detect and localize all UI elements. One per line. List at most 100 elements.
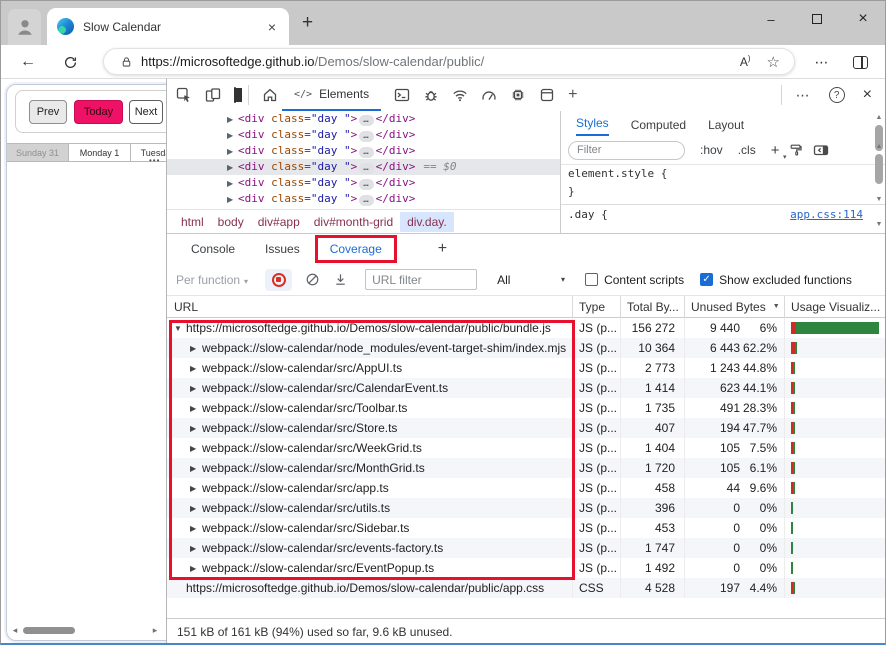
tab-close-icon[interactable]: × (265, 19, 279, 35)
minimize-button[interactable]: – (748, 0, 794, 38)
calendar-nav-button[interactable]: Next (129, 100, 163, 124)
coverage-row[interactable]: ▶ webpack://slow-calendar/src/utils.ts JS… (167, 498, 886, 518)
column-header-url[interactable]: URL (167, 296, 572, 318)
application-panel-icon[interactable] (539, 87, 555, 103)
row-expand-icon[interactable]: ▶ (190, 464, 202, 473)
coverage-row[interactable]: ▶ webpack://slow-calendar/node_modules/ev… (167, 338, 886, 358)
coverage-mode-dropdown[interactable]: Per function ▾ (176, 273, 248, 287)
drawer-tab[interactable]: Console (191, 242, 235, 256)
coverage-row[interactable]: https://microsoftedge.github.io/Demos/sl… (167, 578, 886, 598)
coverage-row[interactable]: ▶ webpack://slow-calendar/src/AppUI.ts JS… (167, 358, 886, 378)
inline-expand-icon[interactable]: … (359, 115, 374, 126)
show-excluded-checkbox[interactable]: ✓ (700, 273, 714, 286)
coverage-row[interactable]: ▶ webpack://slow-calendar/src/app.ts JS (… (167, 478, 886, 498)
coverage-row[interactable]: ▶ webpack://slow-calendar/src/Sidebar.ts … (167, 518, 886, 538)
clear-icon[interactable] (305, 272, 320, 287)
breadcrumb-item[interactable]: html (174, 212, 211, 232)
scroll-down-icon[interactable]: ▼ (876, 220, 883, 230)
home-icon[interactable] (262, 87, 278, 103)
scrollbar-thumb[interactable] (875, 154, 883, 184)
coverage-row[interactable]: ▶ webpack://slow-calendar/src/MonthGrid.t… (167, 458, 886, 478)
row-expand-icon[interactable]: ▶ (190, 424, 202, 433)
profile-button[interactable] (8, 9, 41, 45)
browser-menu-icon[interactable]: ⋯ (810, 50, 834, 74)
elements-tree-row[interactable]: ▶<div class="day ">…</div>== $0 (167, 191, 560, 207)
row-expand-icon[interactable]: ▶ (190, 504, 202, 513)
twisty-icon[interactable]: ▶ (227, 144, 238, 160)
new-tab-button[interactable]: + (302, 12, 313, 34)
row-expand-icon[interactable]: ▶ (190, 404, 202, 413)
brush-icon[interactable] (789, 143, 803, 157)
scroll-left-icon[interactable]: ◂ (9, 625, 21, 636)
focus-mode-icon[interactable] (234, 87, 236, 103)
inline-expand-icon[interactable]: … (359, 195, 374, 206)
inline-expand-icon[interactable]: … (359, 147, 374, 158)
row-expand-icon[interactable]: ▶ (190, 564, 202, 573)
breadcrumb-item[interactable]: div.day. (400, 211, 454, 232)
refresh-button[interactable] (58, 50, 82, 74)
styles-scrollbar[interactable]: ▲ ▼ (873, 142, 885, 230)
twisty-icon[interactable]: ▶ (227, 112, 238, 128)
browser-tab[interactable]: Slow Calendar × (47, 8, 289, 45)
styles-filter-input[interactable] (568, 140, 685, 160)
read-aloud-icon[interactable]: A) (740, 54, 751, 69)
url-bar[interactable]: https://microsoftedge.github.io/Demos/sl… (103, 48, 795, 75)
console-panel-icon[interactable] (394, 87, 410, 103)
memory-chip-icon[interactable] (510, 87, 526, 103)
row-expand-icon[interactable]: ▶ (190, 444, 202, 453)
row-expand-icon[interactable]: ▼ (174, 324, 186, 333)
more-tools-plus-icon[interactable]: + (568, 86, 577, 104)
tab-elements[interactable]: </> Elements (282, 79, 382, 111)
more-actions-icon[interactable]: ••• (149, 156, 160, 165)
help-icon[interactable]: ? (828, 87, 845, 103)
column-header-total-bytes[interactable]: Total By... (620, 295, 684, 318)
styles-tab[interactable]: Styles (576, 116, 609, 136)
column-header-usage[interactable]: Usage Visualiz... (784, 295, 886, 318)
split-screen-icon[interactable] (848, 50, 872, 74)
maximize-button[interactable] (794, 0, 840, 38)
type-filter-dropdown[interactable]: All ▾ (497, 273, 565, 287)
toggle-element-classes[interactable]: .cls (738, 143, 756, 157)
coverage-row[interactable]: ▶ webpack://slow-calendar/src/Toolbar.ts … (167, 398, 886, 418)
row-expand-icon[interactable]: ▶ (190, 364, 202, 373)
computed-sidebar-toggle-icon[interactable] (813, 142, 829, 158)
drawer-add-tab-icon[interactable]: + (438, 240, 447, 258)
scroll-up-icon[interactable]: ▲ (876, 142, 883, 152)
inline-expand-icon[interactable]: … (359, 163, 374, 174)
scroll-right-icon[interactable]: ▸ (149, 625, 161, 636)
inline-expand-icon[interactable]: … (359, 131, 374, 142)
inline-expand-icon[interactable]: … (359, 179, 374, 190)
device-emulation-icon[interactable] (205, 87, 221, 103)
twisty-icon[interactable]: ▶ (227, 160, 238, 176)
coverage-row[interactable]: ▶ webpack://slow-calendar/src/events-fact… (167, 538, 886, 558)
coverage-row[interactable]: ▶ webpack://slow-calendar/src/WeekGrid.ts… (167, 438, 886, 458)
row-expand-icon[interactable]: ▶ (190, 544, 202, 553)
breadcrumb-item[interactable]: body (211, 212, 251, 232)
stop-recording-button[interactable] (265, 268, 293, 291)
coverage-row[interactable]: ▶ webpack://slow-calendar/src/Store.ts JS… (167, 418, 886, 438)
styles-tab[interactable]: Computed (631, 118, 686, 136)
export-download-icon[interactable] (333, 272, 348, 287)
calendar-nav-button[interactable]: Today (74, 100, 123, 124)
column-header-unused-bytes[interactable]: Unused Bytes ▼ (684, 295, 784, 318)
twisty-icon[interactable]: ▶ (227, 128, 238, 144)
elements-tree-row[interactable]: ▶<div class="day ">…</div>== $0 (167, 159, 560, 175)
coverage-row[interactable]: ▼ https://microsoftedge.github.io/Demos/s… (167, 318, 886, 338)
row-expand-icon[interactable]: ▶ (190, 524, 202, 533)
debugger-bug-icon[interactable] (423, 87, 439, 103)
breadcrumb-item[interactable]: div#month-grid (307, 212, 400, 232)
css-source-link[interactable]: app.css:114 (790, 208, 863, 221)
content-scripts-checkbox[interactable] (585, 273, 599, 286)
twisty-icon[interactable]: ▶ (227, 192, 238, 208)
coverage-row[interactable]: ▶ webpack://slow-calendar/src/CalendarEve… (167, 378, 886, 398)
elements-tree-row[interactable]: ▶<div class="day ">…</div>== $0 (167, 111, 560, 127)
row-expand-icon[interactable]: ▶ (190, 484, 202, 493)
network-wifi-icon[interactable] (452, 87, 468, 103)
performance-gauge-icon[interactable] (481, 87, 497, 103)
devtools-menu-icon[interactable]: ⋯ (796, 87, 811, 104)
breadcrumb-item[interactable]: div#app (251, 212, 307, 232)
calendar-nav-button[interactable]: Prev (29, 100, 67, 124)
page-horizontal-scrollbar[interactable]: ◂ ▸ (9, 624, 161, 636)
elements-tree-row[interactable]: ▶<div class="day ">…</div>== $0 (167, 175, 560, 191)
inspect-icon[interactable] (176, 87, 192, 103)
